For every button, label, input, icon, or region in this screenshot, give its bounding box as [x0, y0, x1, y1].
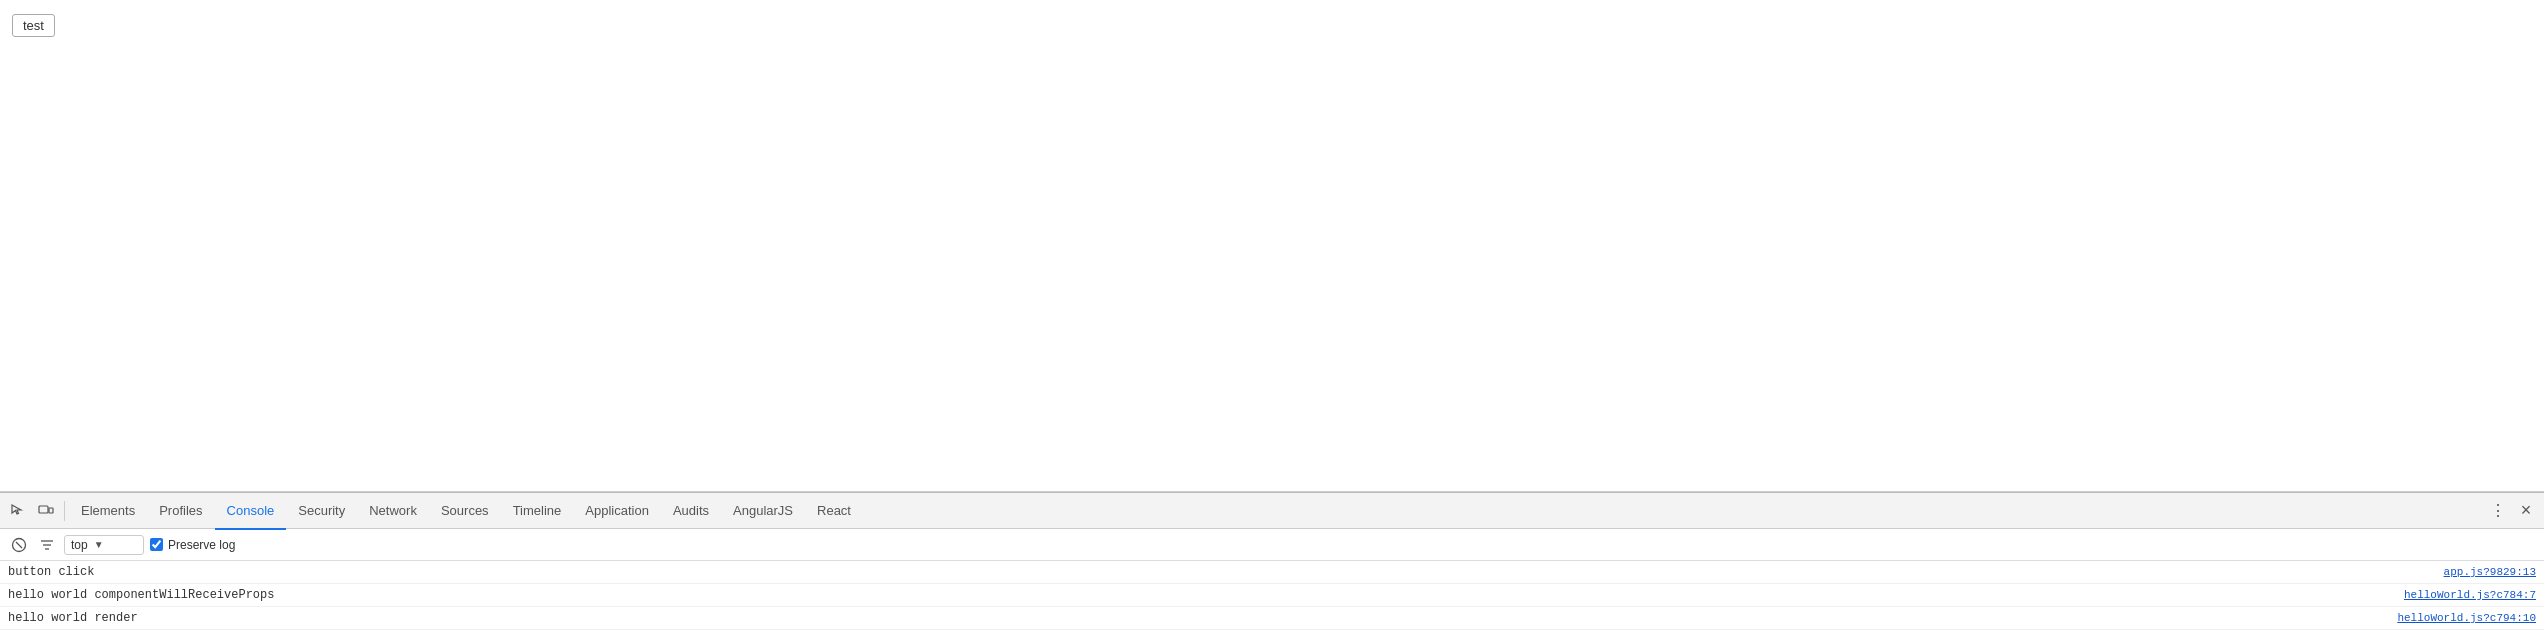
tab-application[interactable]: Application [573, 494, 661, 530]
log-source-link[interactable]: helloWorld.js?c794:10 [2397, 612, 2536, 624]
devtools-panel: Elements Profiles Console Security Netwo… [0, 492, 2544, 630]
more-options-button[interactable]: ⋮ [2484, 497, 2512, 525]
tab-console[interactable]: Console [215, 494, 287, 530]
tab-timeline[interactable]: Timeline [501, 494, 574, 530]
log-message: hello world componentWillReceiveProps [8, 588, 2396, 602]
tab-sources[interactable]: Sources [429, 494, 501, 530]
tab-elements[interactable]: Elements [69, 494, 147, 530]
context-arrow-icon: ▼ [94, 539, 104, 550]
preserve-log-checkbox[interactable] [150, 538, 163, 551]
devtools-tab-bar: Elements Profiles Console Security Netwo… [0, 493, 2544, 529]
preserve-log-label[interactable]: Preserve log [150, 538, 235, 552]
log-row: hello world render helloWorld.js?c794:10 [0, 607, 2544, 630]
filter-icon[interactable] [36, 534, 58, 556]
svg-rect-1 [49, 508, 53, 513]
log-row: button click app.js?9829:13 [0, 561, 2544, 584]
preserve-log-text: Preserve log [168, 538, 235, 552]
tab-network[interactable]: Network [357, 494, 429, 530]
context-value: top [71, 538, 88, 552]
device-toolbar-icon[interactable] [32, 497, 60, 525]
tab-divider [64, 501, 65, 521]
tab-audits[interactable]: Audits [661, 494, 721, 530]
tab-react[interactable]: React [805, 494, 863, 530]
svg-rect-0 [39, 506, 48, 513]
test-button[interactable]: test [12, 14, 55, 37]
close-devtools-button[interactable]: × [2512, 497, 2540, 525]
clear-console-icon[interactable] [8, 534, 30, 556]
log-source-link[interactable]: helloWorld.js?c784:7 [2404, 589, 2536, 601]
browser-viewport: test [0, 0, 2544, 492]
tab-security[interactable]: Security [286, 494, 357, 530]
log-row: hello world componentWillReceiveProps he… [0, 584, 2544, 607]
log-message: button click [8, 565, 2436, 579]
log-message: hello world render [8, 611, 2389, 625]
console-toolbar: top ▼ Preserve log [0, 529, 2544, 561]
svg-line-3 [16, 542, 22, 548]
inspect-element-icon[interactable] [4, 497, 32, 525]
tab-angularjs[interactable]: AngularJS [721, 494, 805, 530]
log-source-link[interactable]: app.js?9829:13 [2444, 566, 2536, 578]
console-log-area: button click app.js?9829:13 hello world … [0, 561, 2544, 630]
context-selector[interactable]: top ▼ [64, 535, 144, 555]
tab-profiles[interactable]: Profiles [147, 494, 214, 530]
